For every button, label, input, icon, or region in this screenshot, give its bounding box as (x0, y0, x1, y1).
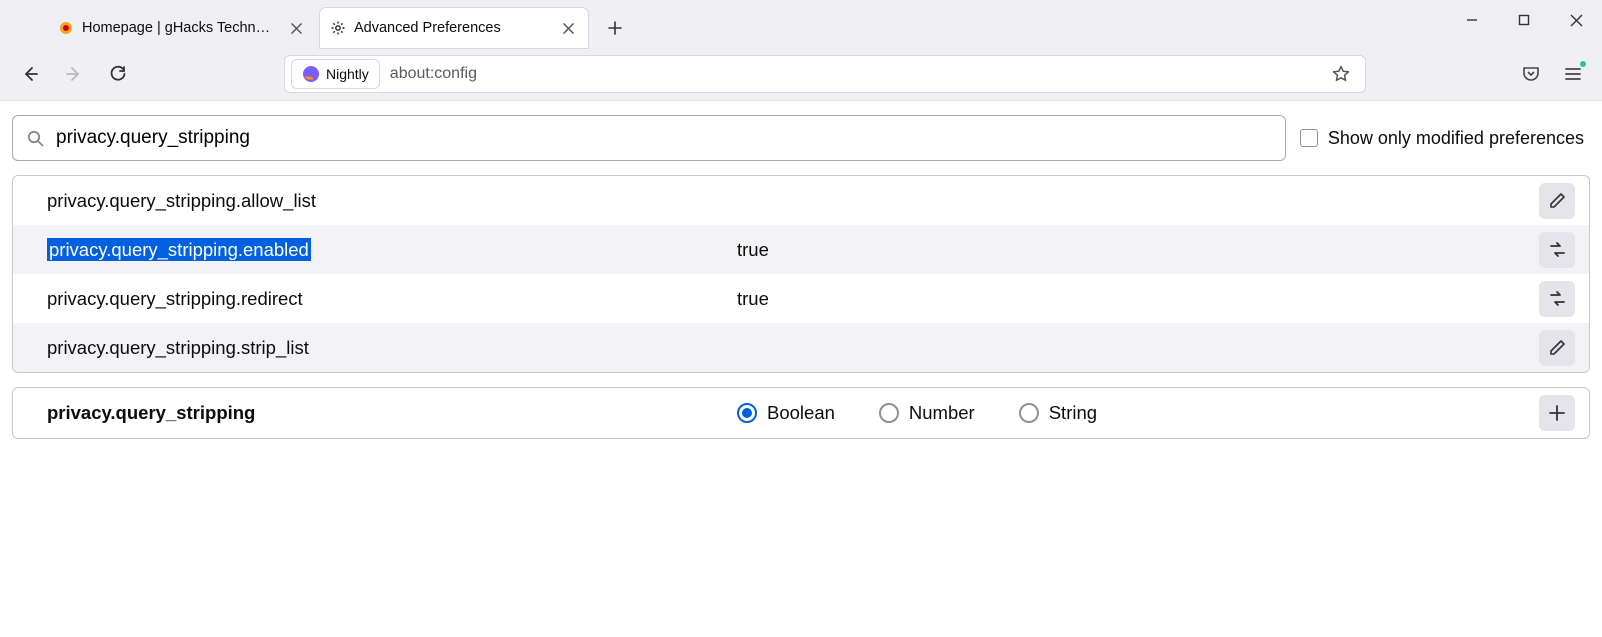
about-config-page: Show only modified preferences privacy.q… (0, 101, 1602, 637)
pref-row: privacy.query_stripping.enabledtrue (13, 225, 1589, 274)
new-tab-button[interactable] (598, 11, 632, 45)
tab-title: Advanced Preferences (354, 20, 550, 36)
checkbox-icon (1300, 129, 1318, 147)
hamburger-menu-button[interactable] (1554, 55, 1592, 93)
new-pref-type-radios: Boolean Number String (727, 402, 1539, 424)
tab-advanced-preferences[interactable]: Advanced Preferences (320, 8, 588, 48)
pref-value: true (727, 239, 1539, 261)
radio-label: String (1049, 402, 1097, 424)
add-pref-button[interactable] (1539, 395, 1575, 431)
show-only-modified-toggle[interactable]: Show only modified preferences (1300, 128, 1590, 149)
gear-icon (330, 20, 346, 36)
pref-row: privacy.query_stripping.allow_list (13, 176, 1589, 225)
forward-button[interactable] (54, 54, 94, 94)
firefox-nightly-icon (302, 65, 320, 83)
close-tab-button[interactable] (558, 18, 578, 38)
notification-dot-icon (1580, 61, 1586, 67)
maximize-button[interactable] (1498, 0, 1550, 40)
toggle-pref-button[interactable] (1539, 281, 1575, 317)
toggle-icon (1548, 289, 1567, 308)
pocket-button[interactable] (1512, 55, 1550, 93)
ghacks-favicon-icon (58, 20, 74, 36)
radio-icon (737, 403, 757, 423)
type-radio-boolean[interactable]: Boolean (737, 402, 835, 424)
pref-name[interactable]: privacy.query_stripping.allow_list (47, 190, 727, 212)
radio-label: Boolean (767, 402, 835, 424)
minimize-button[interactable] (1446, 0, 1498, 40)
type-radio-string[interactable]: String (1019, 402, 1097, 424)
identity-label: Nightly (326, 66, 369, 82)
type-radio-number[interactable]: Number (879, 402, 975, 424)
tab-ghacks[interactable]: Homepage | gHacks Technology News (48, 8, 316, 48)
bookmark-star-button[interactable] (1327, 60, 1355, 88)
pref-row: privacy.query_stripping.redirecttrue (13, 274, 1589, 323)
pref-name[interactable]: privacy.query_stripping.redirect (47, 288, 727, 310)
toggle-icon (1548, 240, 1567, 259)
new-preference-row: privacy.query_stripping Boolean Number Str… (12, 387, 1590, 439)
pref-name[interactable]: privacy.query_stripping.strip_list (47, 337, 727, 359)
search-icon (27, 130, 44, 147)
identity-box[interactable]: Nightly (291, 59, 380, 89)
preferences-table: privacy.query_stripping.allow_listprivac… (12, 175, 1590, 373)
tab-title: Homepage | gHacks Technology News (82, 20, 278, 36)
tab-strip: Homepage | gHacks Technology News Advanc… (0, 0, 1602, 48)
pref-name[interactable]: privacy.query_stripping.enabled (47, 239, 727, 261)
close-window-button[interactable] (1550, 0, 1602, 40)
toggle-pref-button[interactable] (1539, 232, 1575, 268)
pencil-icon (1549, 339, 1566, 356)
new-pref-name: privacy.query_stripping (47, 402, 727, 424)
pencil-icon (1549, 192, 1566, 209)
nav-toolbar: Nightly about:config (0, 48, 1602, 100)
pref-value: true (727, 288, 1539, 310)
edit-pref-button[interactable] (1539, 330, 1575, 366)
reload-button[interactable] (98, 54, 138, 94)
back-button[interactable] (10, 54, 50, 94)
browser-chrome: Homepage | gHacks Technology News Advanc… (0, 0, 1602, 101)
window-controls (1446, 0, 1602, 40)
search-box[interactable] (12, 115, 1286, 161)
url-text: about:config (390, 65, 1317, 83)
radio-icon (1019, 403, 1039, 423)
radio-icon (879, 403, 899, 423)
radio-label: Number (909, 402, 975, 424)
search-row: Show only modified preferences (12, 115, 1590, 161)
edit-pref-button[interactable] (1539, 183, 1575, 219)
close-tab-button[interactable] (286, 18, 306, 38)
search-input[interactable] (56, 127, 1271, 149)
pref-row: privacy.query_stripping.strip_list (13, 323, 1589, 372)
url-bar[interactable]: Nightly about:config (284, 55, 1366, 93)
show-only-label: Show only modified preferences (1328, 128, 1584, 149)
